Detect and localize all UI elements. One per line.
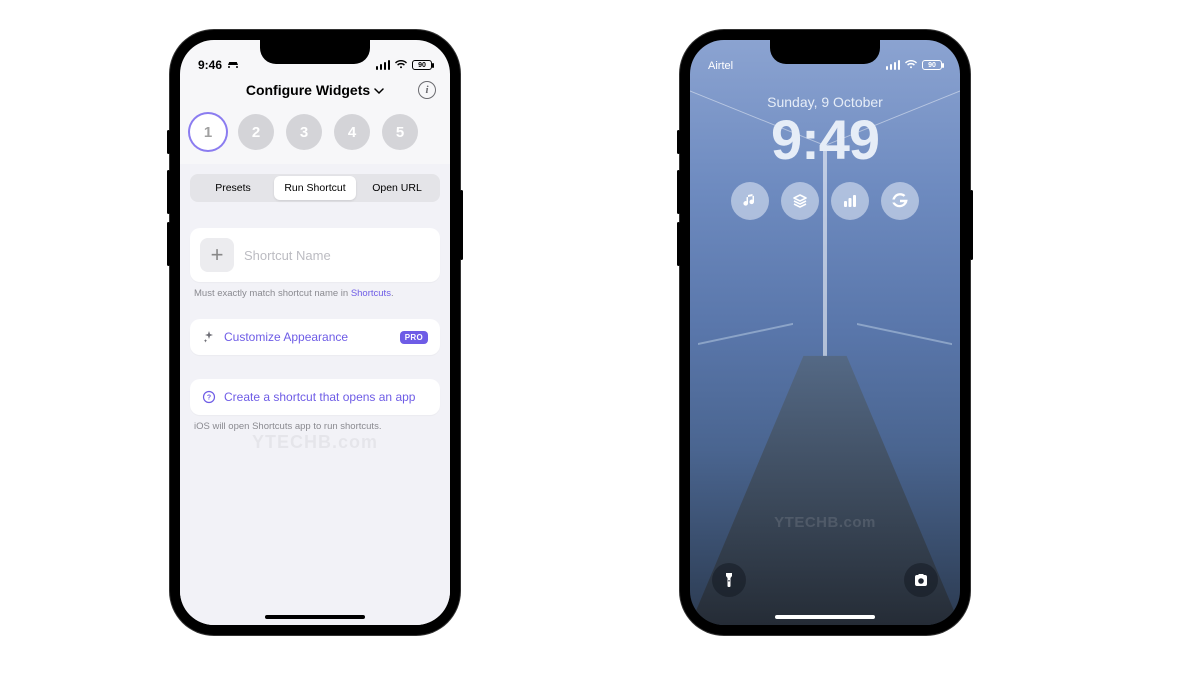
- help-icon: ?: [202, 390, 216, 404]
- notch: [770, 40, 880, 64]
- create-shortcut-row[interactable]: ? Create a shortcut that opens an app: [190, 379, 440, 415]
- sparkle-icon: [202, 330, 216, 344]
- customize-appearance-row[interactable]: Customize Appearance PRO: [190, 319, 440, 355]
- volume-up: [677, 170, 680, 214]
- flashlight-button[interactable]: [712, 563, 746, 597]
- plus-icon: +: [200, 238, 234, 272]
- car-icon: [226, 58, 240, 72]
- step-3[interactable]: 3: [286, 114, 322, 150]
- chevron-down-icon: [374, 82, 384, 98]
- widget-bars[interactable]: [831, 182, 869, 220]
- customize-label: Customize Appearance: [224, 330, 348, 344]
- volume-down: [677, 222, 680, 266]
- run-shortcuts-hint: iOS will open Shortcuts app to run short…: [194, 421, 436, 432]
- step-4[interactable]: 4: [334, 114, 370, 150]
- header-title-button[interactable]: Configure Widgets: [246, 82, 384, 98]
- segmented-control: Presets Run Shortcut Open URL: [190, 174, 440, 202]
- mute-switch: [677, 130, 680, 154]
- shortcuts-link[interactable]: Shortcuts: [351, 288, 391, 299]
- wifi-icon: [904, 58, 918, 72]
- pro-badge: PRO: [400, 331, 428, 344]
- info-button[interactable]: i: [418, 81, 436, 99]
- signal-icon: [376, 60, 391, 70]
- status-time: 9:46: [198, 58, 222, 72]
- shortcut-name-hint: Must exactly match shortcut name in Shor…: [194, 288, 436, 299]
- lock-time: 9:49: [690, 112, 960, 168]
- widget-google[interactable]: [881, 182, 919, 220]
- segment-open-url[interactable]: Open URL: [356, 176, 438, 200]
- volume-down: [167, 222, 170, 266]
- widget-layers[interactable]: [781, 182, 819, 220]
- step-1[interactable]: 1: [190, 114, 226, 150]
- header: Configure Widgets i: [180, 74, 450, 106]
- notch: [260, 40, 370, 64]
- screen-configure-widgets: 9:46 90 Configure Widgets i: [180, 40, 450, 625]
- segment-presets[interactable]: Presets: [192, 176, 274, 200]
- lock-widgets: [690, 182, 960, 220]
- battery-icon: 90: [922, 60, 942, 70]
- signal-icon: [886, 60, 901, 70]
- step-selector: 1 2 3 4 5: [180, 106, 450, 164]
- volume-up: [167, 170, 170, 214]
- header-title-label: Configure Widgets: [246, 82, 370, 98]
- carrier-label: Airtel: [708, 60, 733, 72]
- segment-run-shortcut[interactable]: Run Shortcut: [274, 176, 356, 200]
- power-button: [970, 190, 973, 260]
- svg-text:?: ?: [207, 395, 211, 402]
- shortcut-name-row[interactable]: + Shortcut Name: [190, 228, 440, 282]
- content: Presets Run Shortcut Open URL + Shortcut…: [180, 164, 450, 625]
- wifi-icon: [394, 58, 408, 72]
- shortcut-name-input[interactable]: Shortcut Name: [244, 248, 331, 263]
- home-indicator[interactable]: [775, 615, 875, 619]
- home-indicator[interactable]: [265, 615, 365, 619]
- phone-frame-left: 9:46 90 Configure Widgets i: [170, 30, 460, 635]
- step-2[interactable]: 2: [238, 114, 274, 150]
- phone-frame-right: Airtel 90 Sunday, 9 October 9:49: [680, 30, 970, 635]
- camera-button[interactable]: [904, 563, 938, 597]
- battery-icon: 90: [412, 60, 432, 70]
- power-button: [460, 190, 463, 260]
- widget-music[interactable]: [731, 182, 769, 220]
- mute-switch: [167, 130, 170, 154]
- create-shortcut-label: Create a shortcut that opens an app: [224, 390, 415, 404]
- lock-screen[interactable]: Airtel 90 Sunday, 9 October 9:49: [690, 40, 960, 625]
- quick-actions: [690, 563, 960, 597]
- step-5[interactable]: 5: [382, 114, 418, 150]
